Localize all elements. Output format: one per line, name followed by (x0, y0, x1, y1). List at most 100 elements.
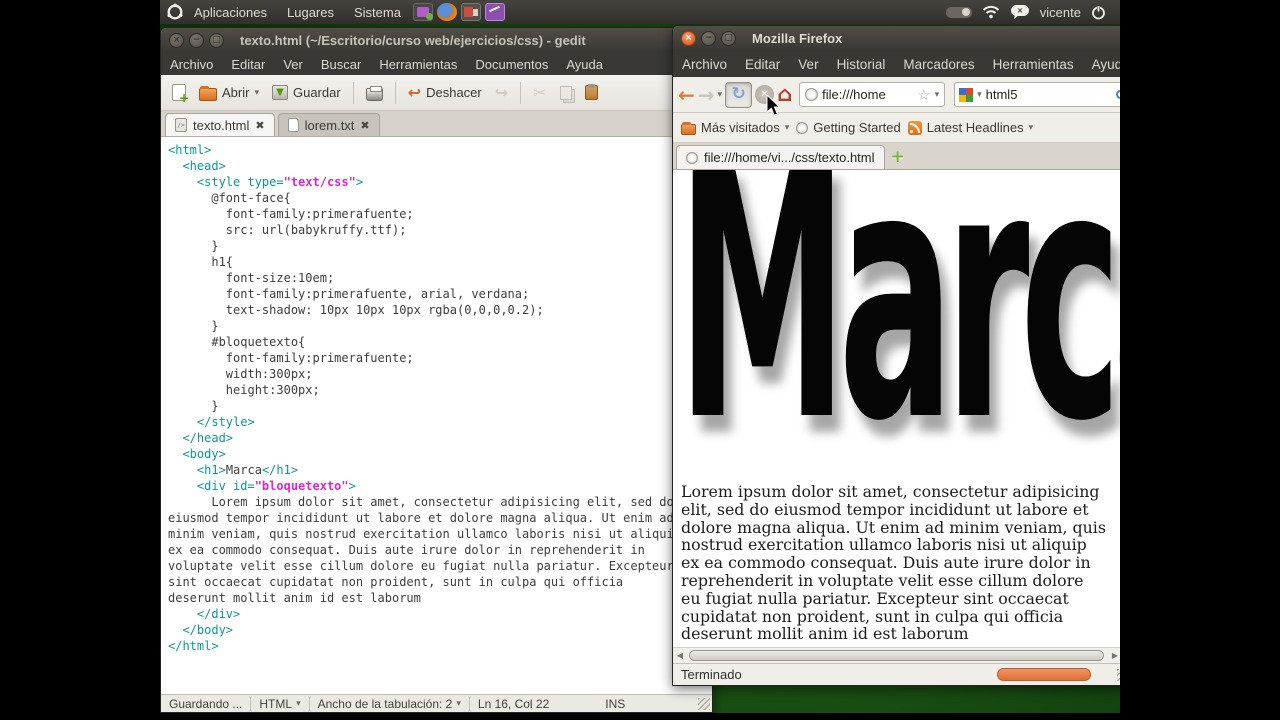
wifi-indicator-icon[interactable] (982, 5, 1000, 19)
video-player-launcher-icon[interactable] (460, 3, 481, 21)
gedit-code[interactable]: <html> <head> <style type="text/css"> @f… (161, 137, 712, 694)
scroll-right-icon[interactable]: ▶ (1108, 651, 1120, 660)
desktop: Aplicaciones Lugares Sistema × vicente ×… (160, 0, 1120, 713)
status-bubble-icon[interactable]: × (1010, 4, 1030, 20)
redo-button[interactable]: ↪ (490, 82, 513, 104)
new-tab-button[interactable]: + (891, 149, 905, 166)
nav-history-chevron-icon[interactable]: ▾ (718, 89, 723, 100)
paste-button[interactable] (580, 82, 603, 103)
gedit-toolbar: + Abrir ▾ ▼ Guardar ↩ Deshacer ↪ ✂ (161, 75, 712, 111)
horizontal-scrollbar[interactable]: ◀ ▶ (673, 647, 1120, 663)
tab-close-icon[interactable]: ✖ (255, 119, 264, 132)
firefox-close-button[interactable]: × (681, 31, 696, 46)
menu-aplicaciones[interactable]: Aplicaciones (184, 0, 277, 24)
search-bar[interactable]: ▾ html5 (954, 82, 1120, 107)
tab-texto-html[interactable]: /> texto.html ✖ (165, 113, 275, 136)
brightness-indicator-icon[interactable] (945, 6, 972, 18)
ff-menu-marcadores[interactable]: Marcadores (894, 53, 983, 76)
gedit-menu-archivo[interactable]: Archivo (161, 53, 222, 76)
scroll-left-icon[interactable]: ◀ (673, 651, 687, 660)
rendered-page[interactable]: Marca Lorem ipsum dolor sit amet, consec… (673, 170, 1120, 647)
tab-lorem-txt[interactable]: lorem.txt ✖ (277, 113, 380, 136)
ff-menu-historial[interactable]: Historial (828, 53, 895, 76)
gedit-menu-documentos[interactable]: Documentos (466, 53, 557, 76)
gedit-titlebar[interactable]: × − ▢ texto.html (~/Escritorio/curso web… (161, 28, 712, 53)
ff-menu-ayuda[interactable]: Ayuda (1083, 53, 1120, 76)
power-icon[interactable] (1091, 5, 1106, 20)
reload-button[interactable]: ↻ (725, 81, 753, 108)
gedit-menu-herramientas[interactable]: Herramientas (370, 53, 466, 76)
tab-width-selector[interactable]: Ancho de la tabulación: 2 ▾ (310, 695, 469, 712)
tab-favicon (686, 151, 698, 164)
gedit-maximize-button[interactable]: ▢ (209, 33, 224, 48)
tab-close-icon[interactable]: ✖ (360, 119, 369, 132)
save-button[interactable]: ▼ Guardar (267, 82, 346, 103)
code-line: font-family:primerafuente; (168, 351, 414, 365)
gedit-close-button[interactable]: × (169, 33, 184, 48)
html-file-icon: /> (175, 118, 187, 132)
ff-menu-herramientas[interactable]: Herramientas (984, 53, 1083, 76)
code-line: </style> (196, 415, 255, 429)
firefox-launcher-icon[interactable] (436, 3, 457, 21)
bookmark-mas-visitados[interactable]: Más visitados ▾ (681, 120, 789, 135)
code-line: height:300px; (168, 383, 320, 397)
firefox-maximize-button[interactable]: ▢ (721, 31, 736, 46)
bookmark-getting-started[interactable]: Getting Started (796, 120, 901, 135)
firefox-tab[interactable]: file:///home/vi.../css/texto.html (676, 145, 885, 169)
ff-menu-archivo[interactable]: Archivo (673, 53, 736, 76)
chevron-down-icon: ▾ (296, 698, 301, 708)
cut-button[interactable]: ✂ (528, 82, 551, 104)
language-selector[interactable]: HTML ▾ (251, 695, 308, 712)
firefox-window-title: Mozilla Firefox (752, 31, 843, 46)
firefox-navbar: ← → ▾ ↻ ✕ ⌂ file:///home ☆ ▾ ▾ html5 (673, 77, 1120, 113)
menu-lugares[interactable]: Lugares (277, 0, 344, 24)
resize-grip[interactable] (1117, 668, 1120, 681)
gedit-minimize-button[interactable]: − (189, 33, 204, 48)
firefox-titlebar[interactable]: × − ▢ Mozilla Firefox (673, 26, 1120, 51)
page-heading: Marca (677, 170, 1120, 497)
bookmark-latest-headlines[interactable]: Latest Headlines ▾ (907, 120, 1033, 135)
gedit-statusbar: Guardando ... HTML ▾ Ancho de la tabulaci… (161, 694, 712, 712)
new-document-button[interactable]: + (167, 81, 191, 104)
code-line: font-family:primerafuente, arial, verdan… (168, 287, 530, 301)
horizontal-scrollbar-thumb[interactable] (689, 650, 1104, 661)
print-button[interactable] (361, 82, 388, 104)
gedit-menu-editar[interactable]: Editar (222, 53, 274, 76)
menu-sistema[interactable]: Sistema (344, 0, 411, 24)
firefox-minimize-button[interactable]: − (701, 31, 716, 46)
forward-button[interactable]: → (698, 85, 715, 105)
code-line: sint occaecat cupidatat non proident, su… (168, 575, 624, 589)
load-status: Terminado (681, 667, 742, 682)
code-line: font-family:primerafuente; (168, 207, 414, 221)
saving-status: Guardando ... (169, 696, 243, 711)
gedit-window-title: texto.html (~/Escritorio/curso web/ejerc… (240, 33, 586, 48)
code-line: @font-face{ (168, 191, 291, 205)
gedit-menu-buscar[interactable]: Buscar (312, 53, 370, 76)
search-text[interactable]: html5 (986, 87, 1018, 102)
user-menu[interactable]: vicente (1040, 5, 1081, 20)
bookmark-star-icon[interactable]: ☆ (917, 86, 930, 104)
code-line: voluptate velit esse cillum dolore eu fu… (168, 559, 674, 573)
gedit-menu-ayuda[interactable]: Ayuda (557, 53, 612, 76)
code-line: ex ea commodo consequat. Duis aute irure… (168, 543, 645, 557)
gedit-menubar: Archivo Editar Ver Buscar Herramientas D… (161, 53, 712, 75)
search-engine-chevron-icon[interactable]: ▾ (977, 89, 982, 100)
url-dropdown-icon[interactable]: ▾ (935, 89, 940, 100)
url-bar[interactable]: file:///home ☆ ▾ (799, 82, 946, 107)
ff-menu-ver[interactable]: Ver (789, 53, 827, 76)
undo-icon: ↩ (407, 82, 422, 102)
editor-launcher-icon[interactable] (484, 3, 505, 21)
copy-button[interactable] (555, 83, 577, 103)
remote-desktop-launcher-icon[interactable] (412, 3, 433, 21)
ubuntu-logo-icon[interactable] (166, 3, 184, 21)
redo-icon: ↪ (494, 82, 509, 102)
url-text[interactable]: file:///home (822, 87, 886, 102)
svg-text:×: × (1017, 6, 1022, 16)
resize-grip[interactable] (698, 697, 710, 710)
search-magnifier-icon[interactable] (1116, 90, 1120, 99)
ff-menu-editar[interactable]: Editar (736, 53, 789, 76)
back-button[interactable]: ← (678, 85, 695, 105)
open-button[interactable]: Abrir ▾ (194, 82, 264, 104)
undo-button[interactable]: ↩ Deshacer (403, 82, 487, 104)
gedit-menu-ver[interactable]: Ver (274, 53, 312, 76)
